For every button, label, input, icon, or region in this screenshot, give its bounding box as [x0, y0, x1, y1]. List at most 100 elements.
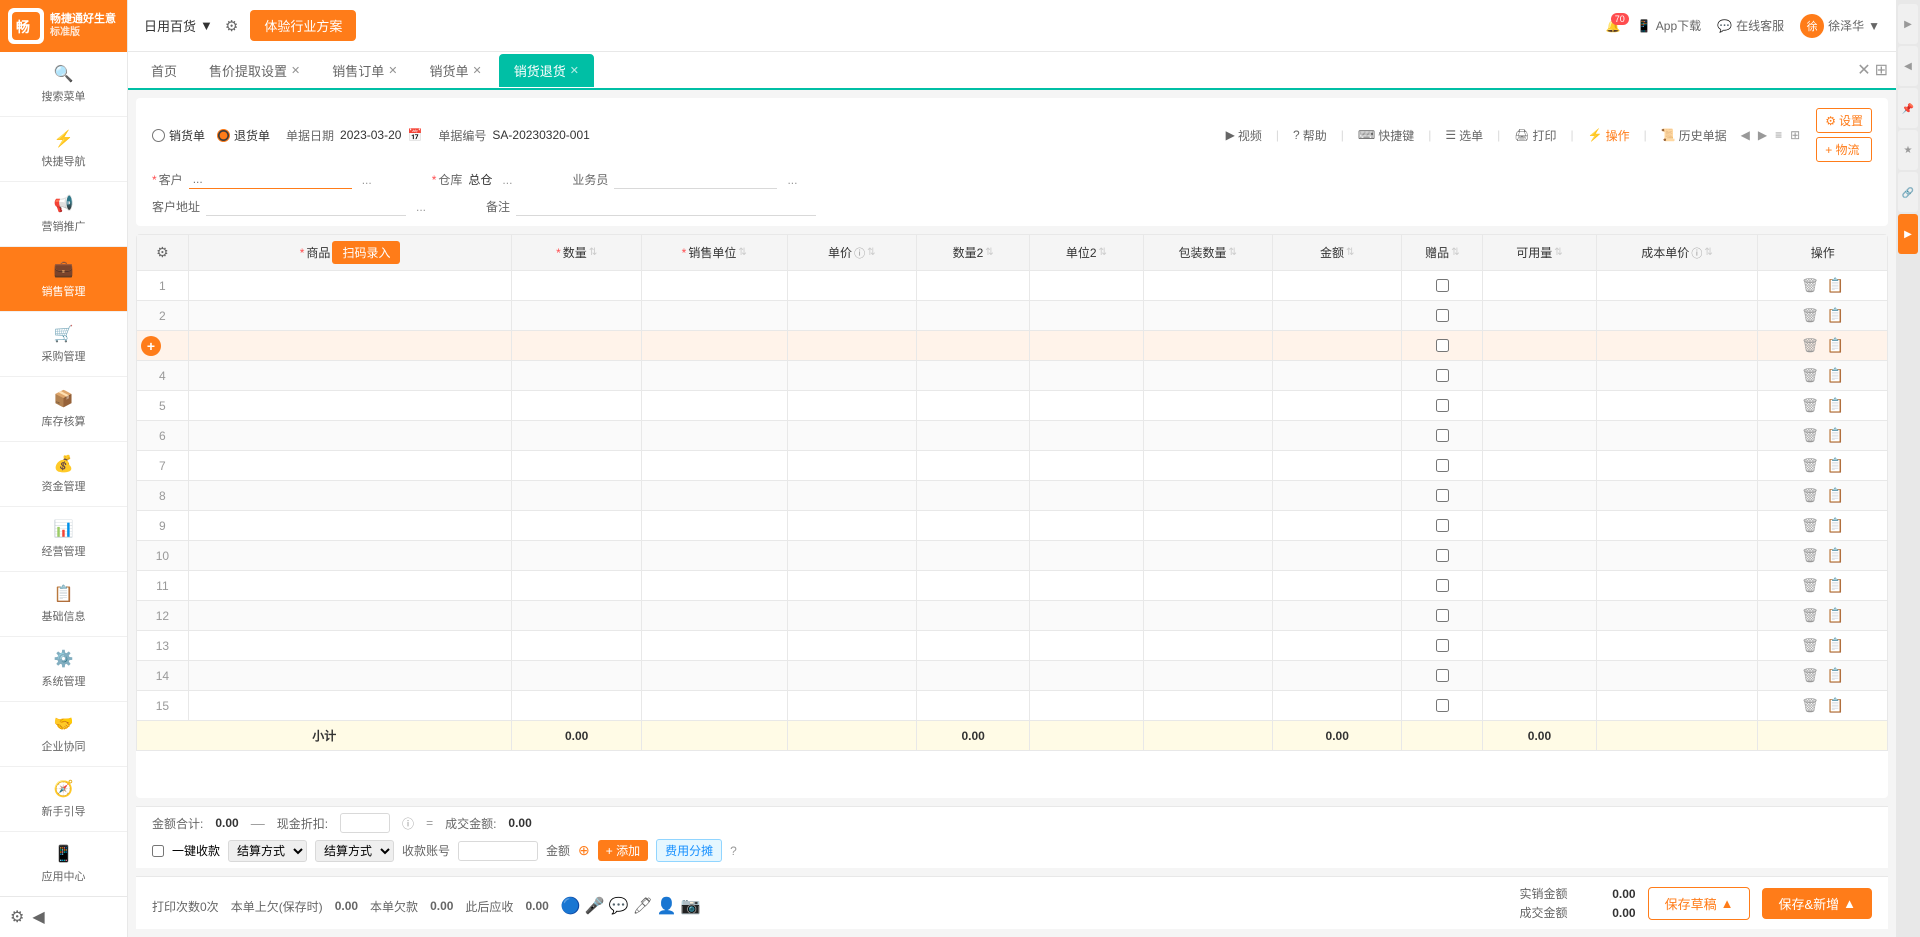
- settlement-select[interactable]: 结算方式: [228, 840, 307, 862]
- tab-sale-price[interactable]: 售价提取设置 ✕: [194, 54, 315, 87]
- amount-input[interactable]: [1277, 459, 1397, 473]
- discount-input[interactable]: [340, 813, 390, 833]
- unit2-input[interactable]: [1034, 639, 1138, 653]
- unit-price-input[interactable]: [792, 309, 912, 323]
- qty2-cell[interactable]: [916, 511, 1029, 541]
- quantity-cell[interactable]: [512, 511, 641, 541]
- sidebar-item-sales[interactable]: 💼销售管理: [0, 247, 127, 312]
- quantity-input[interactable]: [516, 339, 636, 353]
- warehouse-picker-btn[interactable]: ...: [498, 173, 516, 187]
- qty2-input[interactable]: [921, 459, 1025, 473]
- amount-input[interactable]: [1277, 429, 1397, 443]
- radio-return[interactable]: 退货单: [217, 127, 270, 144]
- qty2-cell[interactable]: [916, 301, 1029, 331]
- sale-unit-cell[interactable]: [641, 511, 787, 541]
- customer-input[interactable]: [189, 170, 352, 189]
- gift-checkbox[interactable]: [1436, 309, 1449, 322]
- unit-price-input[interactable]: [792, 489, 912, 503]
- amount-cell[interactable]: [1272, 661, 1401, 691]
- th-gear[interactable]: ⚙: [137, 235, 189, 271]
- copy-icon[interactable]: 📋: [1827, 607, 1844, 624]
- tab-sale-return[interactable]: 销货退货 ✕: [499, 54, 594, 87]
- pack-qty-input[interactable]: [1148, 399, 1268, 413]
- unit2-cell[interactable]: [1030, 391, 1143, 421]
- delete-icon[interactable]: 🗑: [1801, 637, 1819, 654]
- delete-icon[interactable]: 🗑: [1801, 697, 1819, 714]
- qty2-cell[interactable]: [916, 571, 1029, 601]
- save-new-btn[interactable]: 保存&新增 ▲: [1762, 888, 1872, 919]
- quantity-input[interactable]: [516, 609, 636, 623]
- qty2-input[interactable]: [921, 609, 1025, 623]
- delete-icon[interactable]: 🗑: [1801, 277, 1819, 294]
- gift-checkbox[interactable]: [1436, 609, 1449, 622]
- quantity-input[interactable]: [516, 699, 636, 713]
- customer-picker-btn[interactable]: ...: [358, 173, 376, 187]
- quantity-cell[interactable]: [512, 301, 641, 331]
- copy-icon[interactable]: 📋: [1827, 427, 1844, 444]
- qty2-cell[interactable]: [916, 391, 1029, 421]
- right-btn-active[interactable]: ▶: [1898, 214, 1918, 254]
- pack-qty-cell[interactable]: [1143, 271, 1272, 301]
- product-input[interactable]: [193, 639, 508, 653]
- unit2-input[interactable]: [1034, 669, 1138, 683]
- tab-home[interactable]: 首页: [136, 54, 192, 87]
- unit2-input[interactable]: [1034, 279, 1138, 293]
- header-gear-icon[interactable]: ⚙: [225, 17, 238, 35]
- settings-btn[interactable]: ⚙ 设置: [1816, 108, 1872, 133]
- amount-sort-icon[interactable]: ⇅: [1346, 247, 1354, 258]
- sale-unit-cell[interactable]: [641, 601, 787, 631]
- amount-cell[interactable]: [1272, 511, 1401, 541]
- unit-price-cell[interactable]: [787, 451, 916, 481]
- pack-qty-cell[interactable]: [1143, 421, 1272, 451]
- pack-qty-cell[interactable]: [1143, 391, 1272, 421]
- qty2-cell[interactable]: [916, 691, 1029, 721]
- sidebar-item-finance[interactable]: 💰资金管理: [0, 442, 127, 507]
- amount-input[interactable]: [1277, 339, 1397, 353]
- product-input[interactable]: [193, 399, 508, 413]
- pack-qty-input[interactable]: [1148, 309, 1268, 323]
- unit2-cell[interactable]: [1030, 301, 1143, 331]
- pack-qty-cell[interactable]: [1143, 691, 1272, 721]
- delete-icon[interactable]: 🗑: [1801, 337, 1819, 354]
- gift-checkbox[interactable]: [1436, 579, 1449, 592]
- qty2-cell[interactable]: [916, 541, 1029, 571]
- gift-cell[interactable]: [1402, 661, 1483, 691]
- sale-unit-input[interactable]: [646, 429, 783, 443]
- product-cell[interactable]: [188, 331, 512, 361]
- amount-cell[interactable]: [1272, 421, 1401, 451]
- video-btn[interactable]: ▶ 视频: [1220, 124, 1268, 147]
- qty2-cell[interactable]: [916, 661, 1029, 691]
- unit-price-cell[interactable]: [787, 601, 916, 631]
- sale-unit-input[interactable]: [646, 339, 783, 353]
- tab-maximize-icon[interactable]: ⊞: [1875, 60, 1888, 80]
- radio-return-input[interactable]: [217, 129, 230, 142]
- right-btn-3[interactable]: 📌: [1898, 88, 1918, 128]
- sidebar-item-apps[interactable]: 📱应用中心: [0, 832, 127, 896]
- quantity-input[interactable]: [516, 549, 636, 563]
- quantity-cell[interactable]: [512, 631, 641, 661]
- delete-icon[interactable]: 🗑: [1801, 487, 1819, 504]
- sale-unit-cell[interactable]: [641, 631, 787, 661]
- quantity-cell[interactable]: [512, 331, 641, 361]
- gift-checkbox[interactable]: [1436, 519, 1449, 532]
- taskbar-icon-3[interactable]: 💬: [609, 896, 629, 916]
- sale-unit-input[interactable]: [646, 669, 783, 683]
- unit2-cell[interactable]: [1030, 631, 1143, 661]
- qty2-cell[interactable]: [916, 481, 1029, 511]
- quantity-input[interactable]: [516, 489, 636, 503]
- unit-price-input[interactable]: [792, 399, 912, 413]
- unit2-sort-icon[interactable]: ⇅: [1099, 247, 1107, 258]
- pack-qty-input[interactable]: [1148, 579, 1268, 593]
- quantity-cell[interactable]: [512, 271, 641, 301]
- delete-icon[interactable]: 🗑: [1801, 607, 1819, 624]
- delete-icon[interactable]: 🗑: [1801, 577, 1819, 594]
- sidebar-item-shortcut[interactable]: ⚡快捷导航: [0, 117, 127, 182]
- product-cell[interactable]: [188, 391, 512, 421]
- select-btn[interactable]: ☰ 选单: [1439, 124, 1489, 147]
- gift-cell[interactable]: [1402, 511, 1483, 541]
- amount-cell[interactable]: [1272, 481, 1401, 511]
- unit-price-cell[interactable]: [787, 331, 916, 361]
- unit-price-cell[interactable]: [787, 481, 916, 511]
- unit-price-cell[interactable]: [787, 661, 916, 691]
- product-cell[interactable]: [188, 511, 512, 541]
